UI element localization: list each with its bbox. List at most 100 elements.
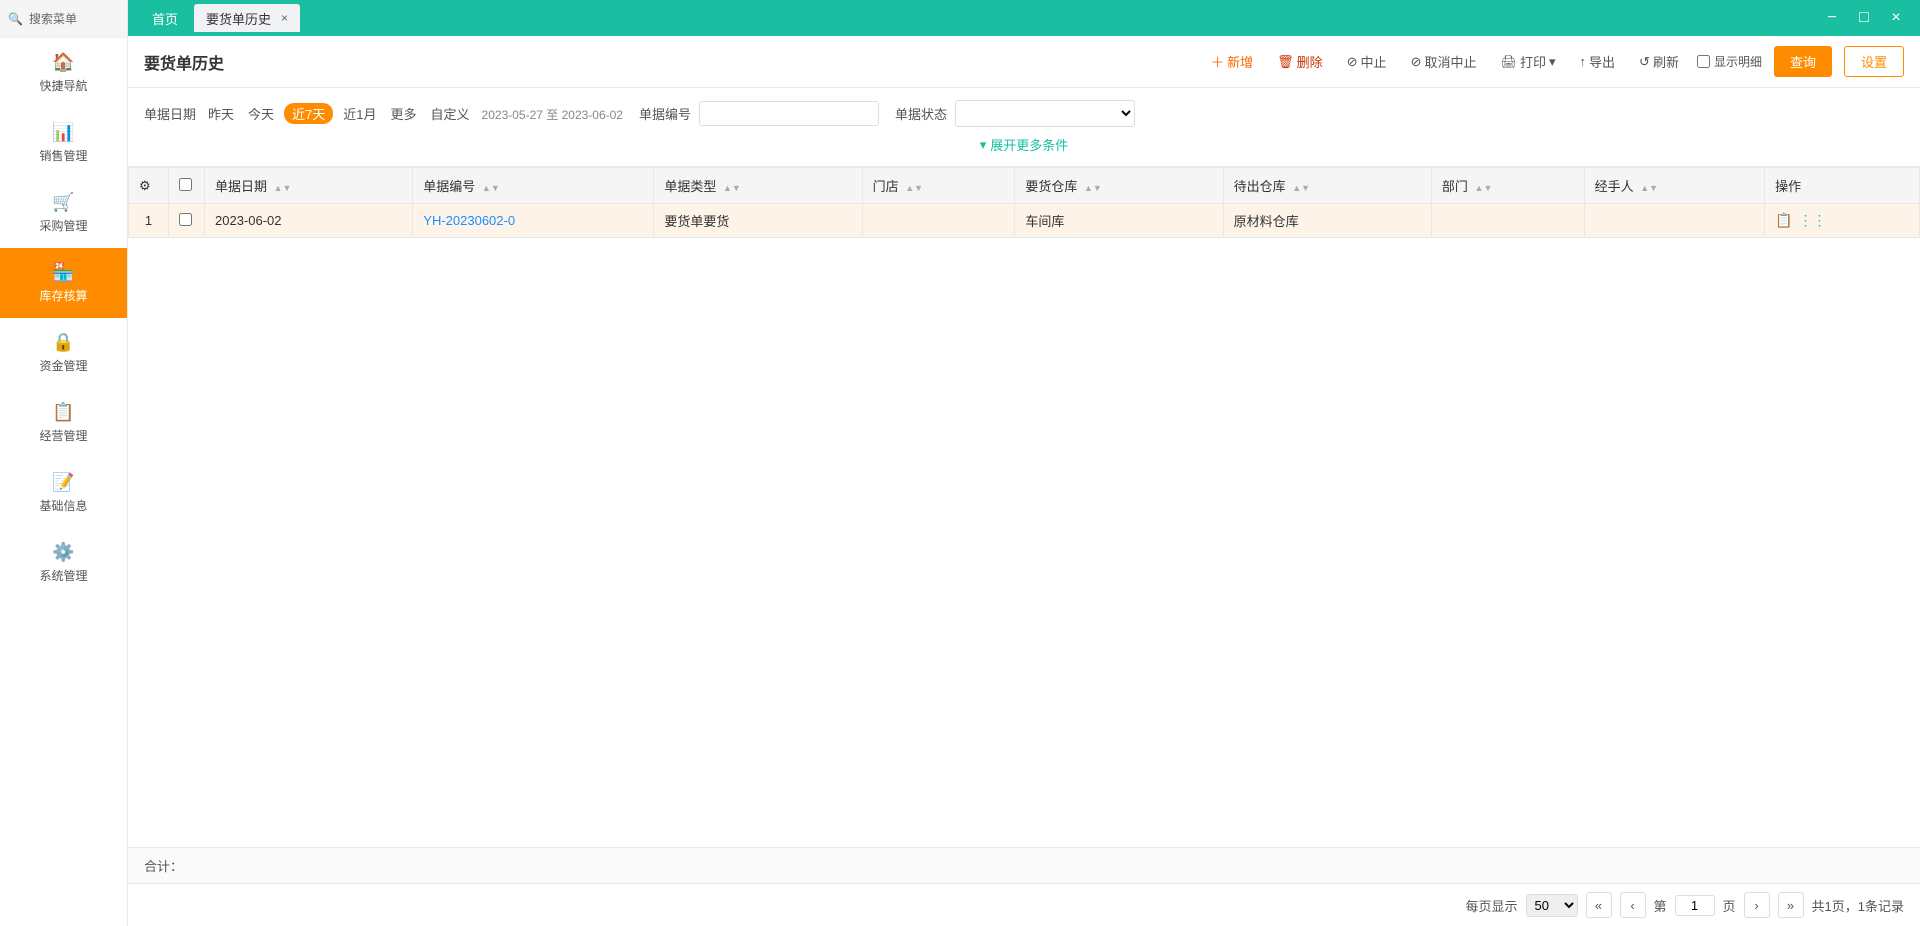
row-checkbox[interactable] <box>179 213 192 226</box>
sort-arrows-req-warehouse: ▲▼ <box>1084 183 1102 193</box>
th-pending-warehouse-label: 待出仓库 <box>1234 179 1286 194</box>
delete-icon: 🗑 <box>1277 54 1294 70</box>
bill-no-input[interactable] <box>699 101 879 126</box>
date-opt-1month[interactable]: 近1月 <box>339 103 380 124</box>
sidebar-search[interactable]: 🔍 搜索菜单 <box>0 0 127 38</box>
tab-active[interactable]: 要货单历史 × <box>194 4 300 32</box>
delete-button[interactable]: 🗑 删除 <box>1271 48 1329 75</box>
th-checkbox <box>169 168 205 204</box>
header-actions: ＋ 新增 🗑 删除 ⊘ 中止 ⊘ 取消中止 🖨 打印 ▾ ↑ 导 <box>1205 46 1904 77</box>
sidebar-item-quick-nav[interactable]: 🏠 快捷导航 <box>0 38 127 108</box>
tab-home-label: 首页 <box>152 9 178 28</box>
sidebar-item-basic-info[interactable]: 📝 基础信息 <box>0 458 127 528</box>
sidebar-item-label: 库存核算 <box>39 287 87 304</box>
minimize-button[interactable]: − <box>1820 6 1844 30</box>
cancel-stop-label: 取消中止 <box>1424 52 1476 71</box>
delete-label: 删除 <box>1297 52 1323 71</box>
th-department[interactable]: 部门 ▲▼ <box>1431 168 1584 204</box>
new-icon: ＋ <box>1211 52 1224 71</box>
th-bill-type[interactable]: 单据类型 ▲▼ <box>654 168 862 204</box>
th-bill-no[interactable]: 单据编号 ▲▼ <box>413 168 654 204</box>
next-page-button[interactable]: › <box>1744 892 1770 918</box>
print-icon: 🖨 <box>1500 54 1517 70</box>
sidebar-item-label: 快捷导航 <box>39 77 87 94</box>
sidebar: 🔍 搜索菜单 🏠 快捷导航 📊 销售管理 🛒 采购管理 🏪 库存核算 🔒 资金管… <box>0 0 128 926</box>
sort-arrows-store: ▲▼ <box>905 183 923 193</box>
sidebar-item-purchase[interactable]: 🛒 采购管理 <box>0 178 127 248</box>
sidebar-item-label: 采购管理 <box>39 217 87 234</box>
current-page-input[interactable] <box>1675 895 1715 916</box>
date-opt-7days[interactable]: 近7天 <box>284 103 333 124</box>
sort-arrows-handler: ▲▼ <box>1640 183 1658 193</box>
pagination-bar: 每页显示 50 100 200 « ‹ 第 页 › » 共1页，1条记录 <box>128 883 1920 926</box>
show-detail-toggle[interactable]: 显示明细 <box>1697 53 1762 70</box>
tab-home[interactable]: 首页 <box>140 4 190 32</box>
select-all-checkbox[interactable] <box>179 178 192 191</box>
tab-close-icon[interactable]: × <box>281 11 288 25</box>
refresh-button[interactable]: ↺ 刷新 <box>1633 48 1685 75</box>
sidebar-item-label: 系统管理 <box>39 567 87 584</box>
stop-icon: ⊘ <box>1347 54 1358 70</box>
cancel-stop-button[interactable]: ⊘ 取消中止 <box>1405 48 1483 75</box>
stop-button[interactable]: ⊘ 中止 <box>1341 48 1393 75</box>
sidebar-item-inventory[interactable]: 🏪 库存核算 <box>0 248 127 318</box>
per-page-select[interactable]: 50 100 200 <box>1526 894 1578 917</box>
operations-icon: 📋 <box>52 402 74 423</box>
th-handler[interactable]: 经手人 ▲▼ <box>1584 168 1765 204</box>
table-area: ⚙ 单据日期 ▲▼ 单据编号 ▲▼ 单据类型 ▲▼ <box>128 167 1920 847</box>
date-opt-more[interactable]: 更多 <box>387 103 421 124</box>
status-filter-group: 单据状态 <box>895 100 1135 127</box>
settings-button[interactable]: 设置 <box>1844 46 1904 77</box>
row-pending-warehouse: 原材料仓库 <box>1223 204 1431 238</box>
table-header: ⚙ 单据日期 ▲▼ 单据编号 ▲▼ 单据类型 ▲▼ <box>129 168 1920 204</box>
bill-no-link[interactable]: YH-20230602-0 <box>423 213 515 228</box>
close-window-button[interactable]: × <box>1884 6 1908 30</box>
new-button[interactable]: ＋ 新增 <box>1205 48 1259 75</box>
sidebar-item-finance[interactable]: 🔒 资金管理 <box>0 318 127 388</box>
show-detail-checkbox[interactable] <box>1697 55 1710 68</box>
th-store[interactable]: 门店 ▲▼ <box>862 168 1015 204</box>
stop-label: 中止 <box>1361 52 1387 71</box>
th-date-label: 单据日期 <box>215 179 267 194</box>
status-select[interactable] <box>955 100 1135 127</box>
sidebar-item-system[interactable]: ⚙️ 系统管理 <box>0 528 127 598</box>
expand-more-button[interactable]: ▾ 展开更多条件 <box>144 135 1904 154</box>
prev-page-button[interactable]: ‹ <box>1620 892 1646 918</box>
home-icon: 🏠 <box>52 52 74 73</box>
table-row: 1 2023-06-02 YH-20230602-0 要货单要货 车间库 原材料… <box>129 204 1920 238</box>
sidebar-search-label: 搜索菜单 <box>29 10 77 27</box>
expand-more-label: 展开更多条件 <box>990 135 1068 154</box>
maximize-button[interactable]: □ <box>1852 6 1876 30</box>
sort-arrows-pending-warehouse: ▲▼ <box>1292 183 1310 193</box>
search-icon: 🔍 <box>8 12 23 26</box>
last-page-button[interactable]: » <box>1778 892 1804 918</box>
th-req-warehouse[interactable]: 要货仓库 ▲▼ <box>1015 168 1223 204</box>
row-bill-no: YH-20230602-0 <box>413 204 654 238</box>
sidebar-item-sales[interactable]: 📊 销售管理 <box>0 108 127 178</box>
row-store <box>862 204 1015 238</box>
table-footer: 合计： <box>128 847 1920 883</box>
date-opt-custom[interactable]: 自定义 <box>427 103 474 124</box>
row-more-icon[interactable]: ⋮⋮ <box>1799 212 1827 229</box>
date-opt-yesterday[interactable]: 昨天 <box>204 103 238 124</box>
tab-active-label: 要货单历史 <box>206 9 271 28</box>
date-opt-today[interactable]: 今天 <box>244 103 278 124</box>
row-edit-icon[interactable]: 📋 <box>1775 212 1792 229</box>
date-filter-label: 单据日期 <box>144 104 196 123</box>
print-dropdown-icon: ▾ <box>1549 54 1556 70</box>
first-page-button[interactable]: « <box>1586 892 1612 918</box>
basic-info-icon: 📝 <box>52 472 74 493</box>
page-header: 要货单历史 ＋ 新增 🗑 删除 ⊘ 中止 ⊘ 取消中止 🖨 打印 ▾ <box>128 36 1920 88</box>
show-detail-label: 显示明细 <box>1714 53 1762 70</box>
per-page-label: 每页显示 <box>1465 896 1517 915</box>
th-settings[interactable]: ⚙ <box>129 168 169 204</box>
th-date[interactable]: 单据日期 ▲▼ <box>205 168 413 204</box>
row-bill-type: 要货单要货 <box>654 204 862 238</box>
th-req-warehouse-label: 要货仓库 <box>1025 179 1077 194</box>
print-button[interactable]: 🖨 打印 ▾ <box>1494 48 1561 75</box>
th-pending-warehouse[interactable]: 待出仓库 ▲▼ <box>1223 168 1431 204</box>
th-department-label: 部门 <box>1442 179 1468 194</box>
query-button[interactable]: 查询 <box>1774 46 1832 77</box>
export-button[interactable]: ↑ 导出 <box>1574 48 1622 75</box>
sidebar-item-operations[interactable]: 📋 经营管理 <box>0 388 127 458</box>
